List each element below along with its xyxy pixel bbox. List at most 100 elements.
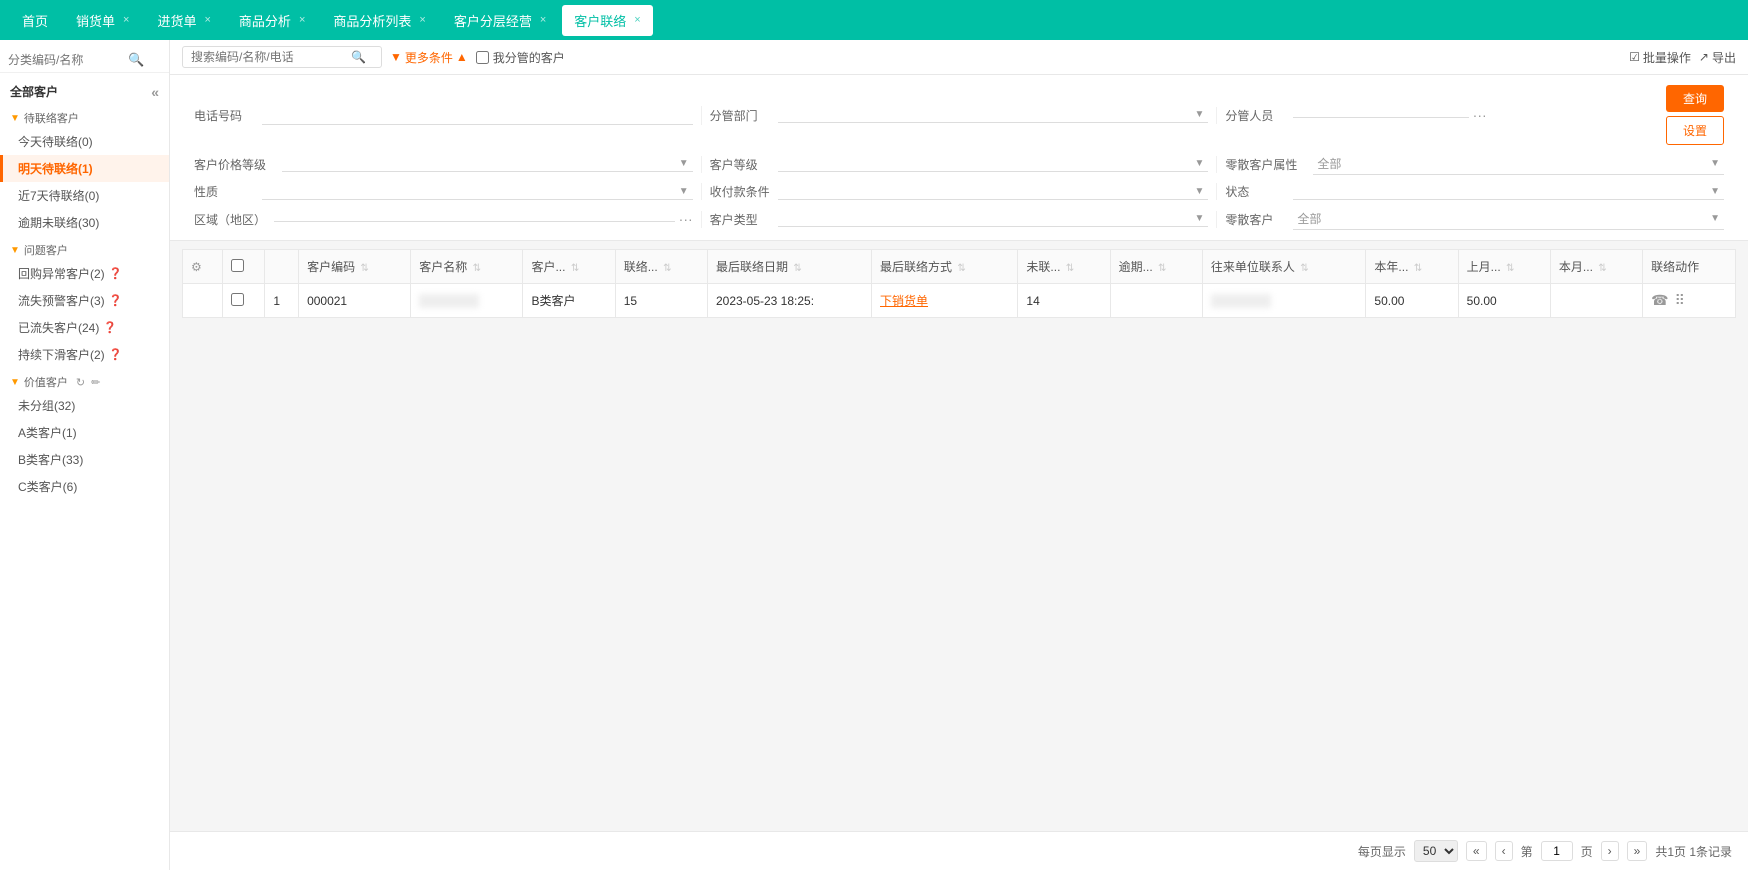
filter-region-dots[interactable]: ···	[679, 211, 693, 227]
cell-gear	[183, 284, 223, 318]
col-uncontacted[interactable]: 未联... ⇅	[1018, 250, 1110, 284]
col-last-method[interactable]: 最后联络方式 ⇅	[872, 250, 1018, 284]
cell-actions: ☎ ⠿	[1643, 284, 1736, 318]
all-customers-section[interactable]: 全部客户 «	[0, 79, 169, 104]
filter-dept-select[interactable]: ▼	[778, 107, 1209, 123]
batch-operation-button[interactable]: ☑ 批量操作	[1629, 49, 1691, 66]
sort-contact-icon: ⇅	[663, 263, 671, 274]
nav-home[interactable]: 首页	[10, 5, 60, 36]
value-triangle-icon: ▼	[10, 377, 20, 388]
filter-person-select[interactable]	[1293, 113, 1468, 118]
filter-row-4: 区域（地区） ··· 客户类型 ▼ 零散客户 全部▼	[186, 208, 1732, 230]
sidebar-item-today[interactable]: 今天待联络(0)	[0, 128, 169, 155]
filter-status-select[interactable]: ▼	[1293, 184, 1724, 200]
sidebar-item-week[interactable]: 近7天待联络(0)	[0, 182, 169, 209]
nav-customer-contact[interactable]: 客户联络 ×	[562, 5, 652, 36]
col-overdue[interactable]: 逾期... ⇅	[1110, 250, 1202, 284]
col-customer-type[interactable]: 客户... ⇅	[523, 250, 615, 284]
action-more-icon[interactable]: ⠿	[1675, 292, 1685, 309]
nav-customer-tier[interactable]: 客户分层经营 ×	[442, 5, 558, 36]
filter-customer-level-label: 客户等级	[710, 156, 770, 173]
reset-button[interactable]: 设置	[1666, 116, 1724, 145]
value-edit-icon[interactable]: ✏	[91, 376, 100, 389]
my-customers-checkbox-wrap: 我分管的客户	[476, 49, 565, 66]
sidebar-item-churned[interactable]: 已流失客户(24) ❓	[0, 314, 169, 341]
help-churned-icon[interactable]: ❓	[103, 321, 117, 334]
col-customer-code[interactable]: 客户编码 ⇅	[299, 250, 411, 284]
sidebar-item-class-b[interactable]: B类客户(33)	[0, 446, 169, 473]
sidebar-search-icon[interactable]: 🔍	[128, 52, 144, 68]
sidebar-item-class-c[interactable]: C类客户(6)	[0, 473, 169, 500]
sidebar-search-input[interactable]	[8, 53, 128, 67]
first-page-button[interactable]: «	[1466, 841, 1487, 861]
sort-name-icon: ⇅	[473, 263, 481, 274]
gear-settings-icon[interactable]: ⚙	[191, 260, 202, 274]
export-button[interactable]: ↗ 导出	[1699, 49, 1736, 66]
problem-group-label: ▼ 问题客户	[0, 236, 169, 260]
filter-nature-select[interactable]: ▼	[262, 184, 693, 200]
col-last-date[interactable]: 最后联络日期 ⇅	[707, 250, 871, 284]
sidebar-item-overdue[interactable]: 逾期未联络(30)	[0, 209, 169, 236]
per-page-select[interactable]: 50	[1414, 840, 1458, 862]
my-customers-checkbox[interactable]	[476, 51, 489, 64]
sidebar-search-bar: 🔍	[0, 48, 169, 73]
close-customer-contact-icon[interactable]: ×	[634, 14, 640, 26]
help-repurchase-icon[interactable]: ❓	[109, 267, 123, 280]
nav-goods-analysis-list[interactable]: 商品分析列表 ×	[321, 5, 437, 36]
filter-phone-label: 电话号码	[194, 107, 254, 124]
close-purchase-icon[interactable]: ×	[204, 14, 210, 26]
filter-region-select[interactable]	[274, 217, 675, 222]
action-contact-icon[interactable]: ☎	[1651, 292, 1668, 309]
sidebar-item-repurchase-abnormal[interactable]: 回购异常客户(2) ❓	[0, 260, 169, 287]
filter-retail-customer-select[interactable]: 全部▼	[1293, 208, 1724, 230]
filter-customer-level: 客户等级 ▼	[702, 156, 1218, 173]
close-goods-analysis-list-icon[interactable]: ×	[419, 14, 425, 26]
sort-unit-icon: ⇅	[1300, 263, 1308, 274]
search-input[interactable]	[191, 50, 351, 64]
query-button[interactable]: 查询	[1666, 85, 1724, 112]
col-this-month[interactable]: 本月... ⇅	[1550, 250, 1642, 284]
filter-payment-select[interactable]: ▼	[778, 184, 1209, 200]
sidebar-item-churn-warning[interactable]: 流失预警客户(3) ❓	[0, 287, 169, 314]
col-last-month[interactable]: 上月... ⇅	[1458, 250, 1550, 284]
cell-method: 下销货单	[872, 284, 1018, 318]
nav-purchase[interactable]: 进货单 ×	[145, 5, 222, 36]
filter-phone-input[interactable]	[262, 106, 693, 125]
col-this-year[interactable]: 本年... ⇅	[1366, 250, 1458, 284]
export-icon: ↗	[1699, 50, 1709, 64]
filter-retail-attr-label: 零散客户属性	[1225, 156, 1305, 173]
prev-page-button[interactable]: ‹	[1495, 841, 1513, 861]
close-goods-analysis-icon[interactable]: ×	[299, 14, 305, 26]
sidebar-item-declining[interactable]: 持续下滑客户(2) ❓	[0, 341, 169, 368]
close-customer-tier-icon[interactable]: ×	[540, 14, 546, 26]
col-unit-contacts[interactable]: 往来单位联系人 ⇅	[1202, 250, 1366, 284]
help-churn-icon[interactable]: ❓	[109, 294, 123, 307]
next-page-button[interactable]: ›	[1601, 841, 1619, 861]
cell-type: B类客户	[523, 284, 615, 318]
collapse-sidebar-icon[interactable]: «	[151, 84, 159, 100]
last-page-button[interactable]: »	[1627, 841, 1648, 861]
filter-price-level-select[interactable]: ▼	[282, 156, 693, 172]
col-gear: ⚙	[183, 250, 223, 284]
row-checkbox[interactable]	[231, 293, 244, 306]
sidebar-item-class-a[interactable]: A类客户(1)	[0, 419, 169, 446]
select-all-checkbox[interactable]	[231, 259, 244, 272]
search-button[interactable]: 🔍	[351, 50, 366, 64]
filter-customer-level-select[interactable]: ▼	[778, 156, 1209, 172]
sidebar-item-ungrouped[interactable]: 未分组(32)	[0, 392, 169, 419]
sidebar-item-tomorrow[interactable]: 明天待联络(1)	[0, 155, 169, 182]
nav-goods-analysis[interactable]: 商品分析 ×	[227, 5, 317, 36]
close-sales-icon[interactable]: ×	[123, 14, 129, 26]
filter-retail-attr-select[interactable]: 全部▼	[1313, 153, 1724, 175]
more-conditions-button[interactable]: ▼ 更多条件 ▲	[390, 49, 468, 66]
page-number-input[interactable]	[1541, 841, 1573, 861]
help-declining-icon[interactable]: ❓	[109, 348, 123, 361]
top-navigation: 首页 销货单 × 进货单 × 商品分析 × 商品分析列表 × 客户分层经营 × …	[0, 0, 1748, 40]
filter-customer-type-select[interactable]: ▼	[778, 211, 1209, 227]
col-contact-count[interactable]: 联络... ⇅	[615, 250, 707, 284]
col-customer-name[interactable]: 客户名称 ⇅	[411, 250, 523, 284]
filter-person-dots[interactable]: ···	[1473, 107, 1487, 123]
value-refresh-icon[interactable]: ↻	[76, 376, 85, 389]
contact-method-link[interactable]: 下销货单	[880, 294, 928, 308]
nav-sales[interactable]: 销货单 ×	[64, 5, 141, 36]
